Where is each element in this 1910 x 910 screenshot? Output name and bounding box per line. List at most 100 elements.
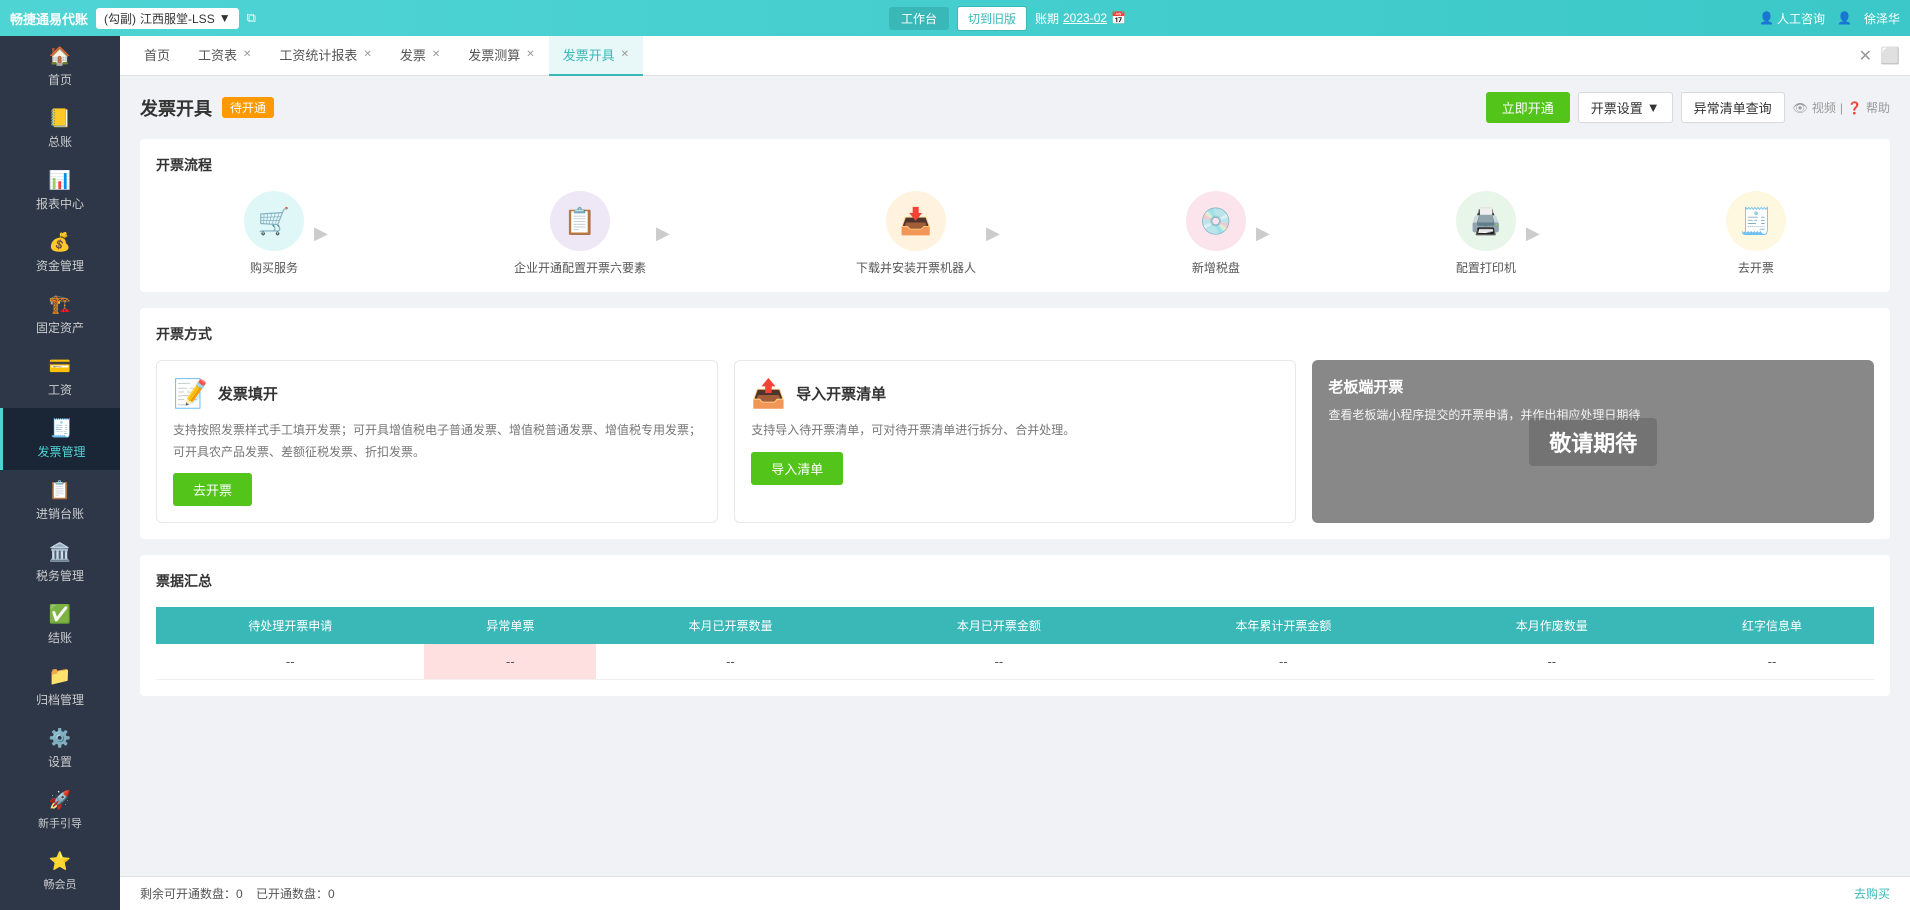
tab-close-invoice-list[interactable]: ✕ (432, 49, 440, 60)
sidebar-item-ledger[interactable]: 📒 总账 (0, 98, 120, 160)
tab-payroll-report[interactable]: 工资统计报表✕ (265, 36, 385, 76)
page-title-area: 发票开具 待开通 (140, 95, 274, 121)
sidebar-item-reports[interactable]: 📊报表中心 (0, 160, 120, 222)
summary-cell-4: -- (1133, 644, 1434, 680)
purchase-icon: 📋 (49, 480, 71, 501)
step-arrow-0: ▶ (314, 223, 328, 244)
sidebar-item-guide[interactable]: 🚀新手引导 (0, 780, 120, 841)
buy-link[interactable]: 去购买 (1854, 885, 1890, 902)
sidebar-item-home[interactable]: 🏠首页 (0, 36, 120, 98)
copy-button[interactable]: ⧉ (247, 10, 256, 26)
workbench-button[interactable]: 工作台 (889, 7, 949, 30)
import-list-button[interactable]: 导入清单 (751, 452, 843, 485)
sidebar-label-funds: 资金管理 (36, 257, 84, 274)
import-invoice-card: 📤 导入开票清单 支持导入待开票清单，可对待开票清单进行拆分、合并处理。 导入清… (734, 360, 1296, 523)
step-label-buy: 购买服务 (250, 259, 298, 276)
sidebar-item-settle[interactable]: ✅结账 (0, 594, 120, 656)
tab-label-home: 首页 (144, 45, 170, 64)
sidebar-item-tax[interactable]: 🏛️税务管理 (0, 532, 120, 594)
step-inner-buy[interactable]: 🛒 购买服务 (244, 191, 304, 276)
old-version-button[interactable]: 切到旧版 (957, 6, 1027, 31)
manual-invoice-icon: 📝 (173, 377, 208, 410)
tab-label-invoice-issue: 发票开具 (563, 45, 615, 64)
tab-close-payroll-table[interactable]: ✕ (243, 49, 251, 60)
sidebar-label-assets: 固定资产 (36, 319, 84, 336)
sidebar-label-reports: 报表中心 (36, 195, 84, 212)
step-inner-taxdisk[interactable]: 💿 新增税盘 (1186, 191, 1246, 276)
step-arrow-4: ▶ (1526, 223, 1540, 244)
sidebar-item-purchase[interactable]: 📋进销台账 (0, 470, 120, 532)
support-button[interactable]: 👤 人工咨询 (1759, 10, 1825, 27)
payroll-icon: 💳 (49, 356, 71, 377)
tab-label-payroll-table: 工资表 (198, 45, 237, 64)
step-label-printer: 配置打印机 (1456, 259, 1516, 276)
abnormal-query-button[interactable]: 异常清单查询 (1681, 92, 1785, 123)
sidebar-label-archive: 归档管理 (36, 691, 84, 708)
step-inner-config[interactable]: 📋 企业开通配置开票六要素 (514, 191, 646, 276)
tabs-list: 首页工资表✕工资统计报表✕发票✕发票测算✕发票开具✕ (130, 36, 643, 76)
invoice-icon: 🧾 (50, 418, 72, 439)
maximize-button[interactable]: ⬜ (1880, 46, 1900, 66)
help-label[interactable]: 帮助 (1866, 99, 1890, 116)
username[interactable]: 徐泽华 (1864, 10, 1900, 27)
step-icon-download: 📥 (886, 191, 946, 251)
process-section-title: 开票流程 (156, 155, 1874, 175)
sidebar-pin[interactable]: 📌 取消固定 (0, 902, 120, 910)
tab-invoice-calc[interactable]: 发票测算 ✕ (454, 36, 548, 76)
method-section-title: 开票方式 (156, 324, 1874, 344)
minimize-button[interactable]: ✕ (1859, 46, 1872, 66)
view-icon: 👁 (1793, 101, 1808, 115)
company-selector[interactable]: (勾副) 江西服堂-LSS ▼ (96, 8, 239, 29)
content-area: 首页工资表✕工资统计报表✕发票✕发票测算✕发票开具✕ ✕ ⬜ 发票开具 待开通 … (120, 36, 1910, 910)
settle-icon: ✅ (49, 604, 71, 625)
sidebar-item-funds[interactable]: 💰资金管理 (0, 222, 120, 284)
company-name: 江西服堂-LSS (140, 10, 215, 27)
open-settings-button[interactable]: 开票设置 ▼ (1578, 92, 1673, 123)
tab-close-invoice-issue[interactable]: ✕ (621, 49, 629, 60)
summary-cell-1: -- (424, 644, 596, 680)
company-dropdown-icon[interactable]: ▼ (219, 11, 231, 25)
period-value[interactable]: 2023-02 (1063, 11, 1107, 25)
activate-now-button[interactable]: 立即开通 (1486, 92, 1570, 123)
step-inner-printer[interactable]: 🖨️ 配置打印机 (1456, 191, 1516, 276)
sidebar-item-assets[interactable]: 🏗️固定资产 (0, 284, 120, 346)
calendar-icon[interactable]: 📅 (1111, 11, 1126, 25)
archive-icon: 📁 (49, 666, 71, 687)
settings-dropdown-icon: ▼ (1647, 100, 1660, 115)
step-inner-issue[interactable]: 🧾 去开票 (1726, 191, 1786, 276)
step-arrow-3: ▶ (1256, 223, 1270, 244)
sidebar-bottom: 🚀新手引导⭐畅会员 📌 取消固定 (0, 780, 120, 910)
tab-invoice-issue[interactable]: 发票开具 ✕ (549, 36, 643, 76)
step-download: 📥 下载并安装开票机器人 ▶ (856, 191, 1010, 276)
sidebar-item-archive[interactable]: 📁 归档管理 (0, 656, 120, 718)
summary-cell-3: -- (865, 644, 1133, 680)
summary-col-2: 本月已开票数量 (596, 607, 864, 644)
manual-invoice-card: 📝 发票填开 支持按照发票样式手工填开发票；可开具增值税电子普通发票、增值税普通… (156, 360, 718, 523)
method-section: 开票方式 📝 发票填开 支持按照发票样式手工填开发票；可开具增值税电子普通发票、… (140, 308, 1890, 539)
ledger-icon: 📒 (49, 108, 71, 129)
view-label[interactable]: 视频 (1812, 99, 1836, 116)
summary-cell-2: -- (596, 644, 864, 680)
tab-close-invoice-calc[interactable]: ✕ (526, 49, 534, 60)
main-layout: 🏠首页 📒 总账 📊报表中心💰资金管理🏗️固定资产💳工资🧾发票管理📋进销台账🏛️税务管… (0, 36, 1910, 910)
remaining-label: 剩余可开通数盘：0 (140, 887, 243, 901)
step-inner-download[interactable]: 📥 下载并安装开票机器人 (856, 191, 976, 276)
summary-col-3: 本月已开票金额 (865, 607, 1133, 644)
sidebar-item-invoice[interactable]: 🧾发票管理 (0, 408, 120, 470)
import-invoice-desc: 支持导入待开票清单，可对待开票清单进行拆分、合并处理。 (751, 420, 1279, 442)
tab-payroll-table[interactable]: 工资表 ✕ (184, 36, 265, 76)
footer-info: 剩余可开通数盘：0 已开通数盘：0 (140, 885, 335, 902)
go-issue-button[interactable]: 去开票 (173, 473, 252, 506)
summary-cell-5: -- (1434, 644, 1670, 680)
sidebar-item-payroll[interactable]: 💳工资 (0, 346, 120, 408)
manual-invoice-header: 📝 发票填开 (173, 377, 701, 410)
sidebar-item-member[interactable]: ⭐畅会员 (0, 841, 120, 902)
tab-invoice-list[interactable]: 发票✕ (386, 36, 454, 76)
sidebar-item-settings[interactable]: ⚙️设置 (0, 718, 120, 780)
step-icon-taxdisk: 💿 (1186, 191, 1246, 251)
tab-label-invoice-calc: 发票测算 (468, 45, 520, 64)
tab-close-payroll-report[interactable]: ✕ (363, 49, 371, 60)
tab-home[interactable]: 首页 (130, 36, 184, 76)
sidebar-label-ledger: 总账 (48, 133, 72, 150)
summary-cell-6: -- (1670, 644, 1874, 680)
